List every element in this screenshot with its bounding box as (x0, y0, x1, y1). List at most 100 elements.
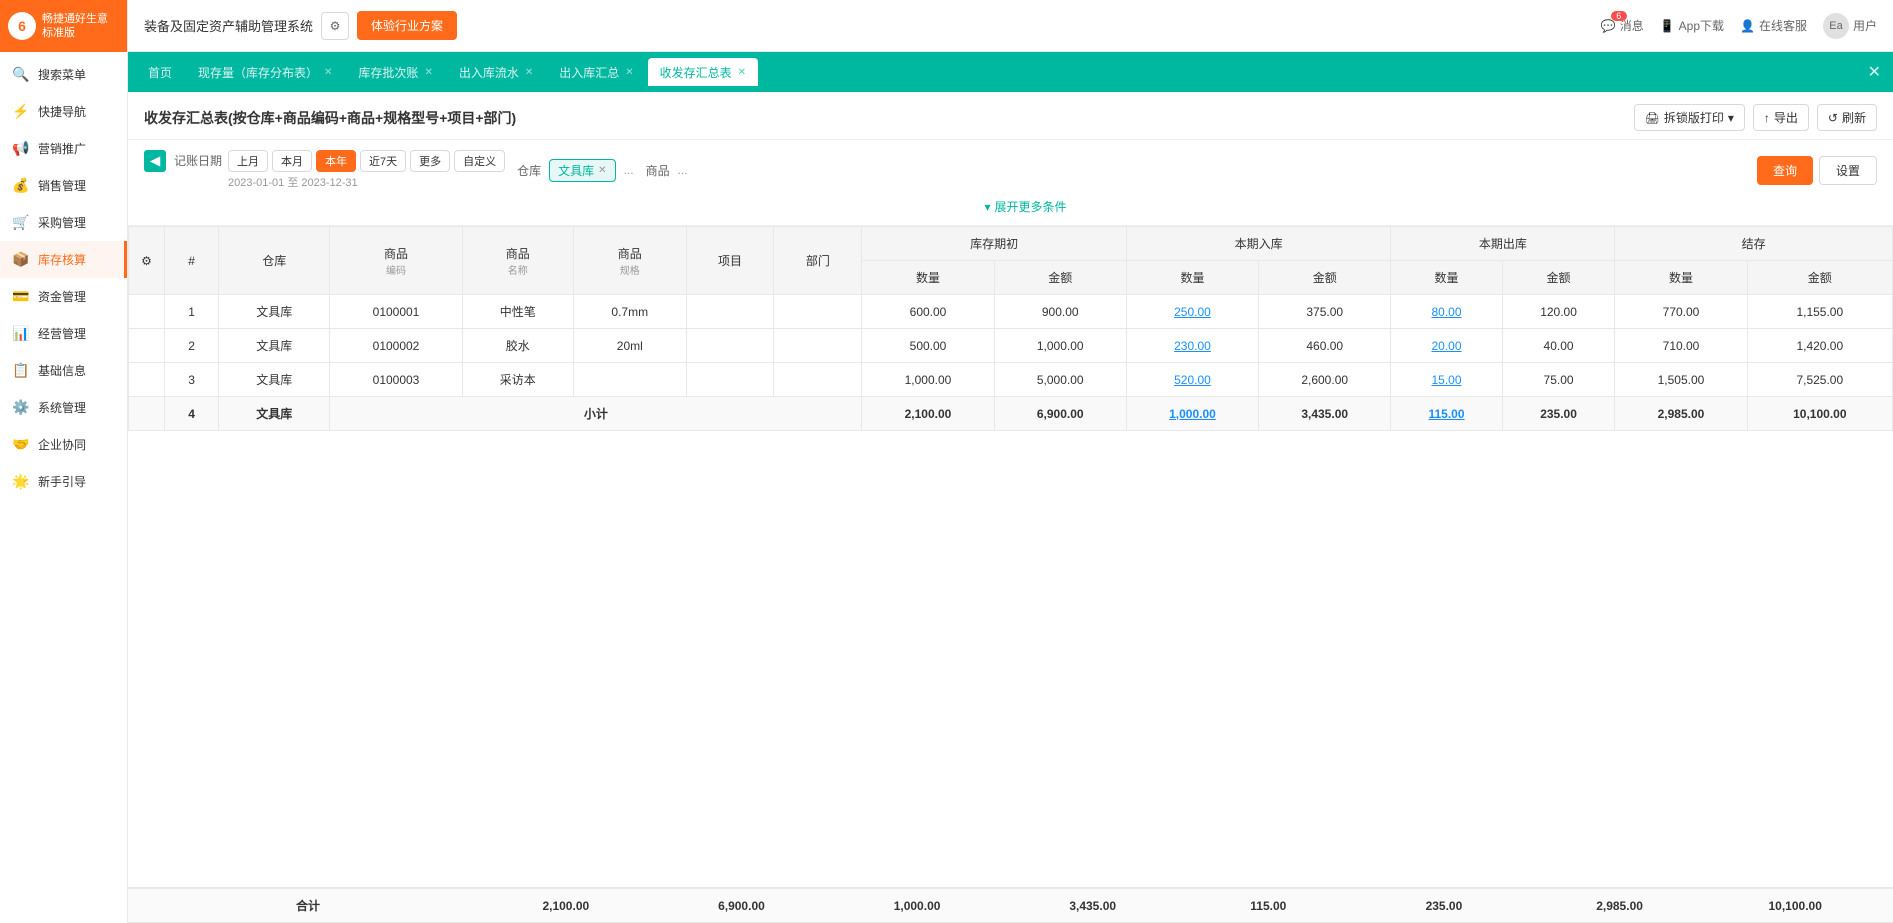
date-btn-this-month[interactable]: 本月 (272, 150, 312, 172)
sidebar-item-sales[interactable]: 💰 销售管理 (0, 167, 127, 204)
print-button[interactable]: 🖨 拆锁版打印 ▾ (1634, 104, 1745, 131)
sub-label: 小计 (330, 397, 862, 431)
finance-icon: 💳 (12, 288, 30, 305)
row-code: 0100001 (330, 295, 462, 329)
sidebar-item-marketing[interactable]: 📢 营销推广 (0, 130, 127, 167)
date-btn-this-year[interactable]: 本年 (316, 150, 356, 172)
print-icon: 🖨 (1645, 111, 1660, 125)
tab-home[interactable]: 首页 (136, 58, 184, 86)
sidebar-item-label: 营销推广 (38, 140, 86, 157)
tab-label: 出入库流水 (459, 64, 519, 81)
sidebar-item-search[interactable]: 🔍 搜索菜单 (0, 56, 127, 93)
user-item[interactable]: Ea 用户 (1823, 13, 1877, 39)
user-label: 用户 (1853, 17, 1877, 34)
date-buttons: 上月 本月 本年 近7天 更多 自定义 (228, 150, 505, 172)
footer-in-amt: 3,435.00 (1005, 899, 1181, 913)
sidebar-item-quick-nav[interactable]: ⚡ 快捷导航 (0, 93, 127, 130)
refresh-button[interactable]: ↺ 刷新 (1817, 104, 1877, 131)
row-in-amt: 375.00 (1259, 295, 1391, 329)
warehouse-more[interactable]: ... (624, 163, 634, 177)
row-in-qty[interactable]: 230.00 (1126, 329, 1258, 363)
settings-table-button[interactable]: 设置 (1819, 156, 1877, 185)
system-icon: ⚙️ (12, 399, 30, 416)
online-service-item[interactable]: 👤 在线客服 (1740, 17, 1807, 34)
search-button[interactable]: 查询 (1757, 156, 1813, 185)
settings-button[interactable]: ⚙ (321, 12, 349, 40)
row-out-amt: 40.00 (1502, 329, 1615, 363)
col-out: 本期出库 (1391, 227, 1615, 261)
row-name: 中性笔 (462, 295, 573, 329)
goods-more[interactable]: ... (678, 163, 688, 177)
operation-icon: 📊 (12, 325, 30, 342)
sidebar-item-finance[interactable]: 💳 资金管理 (0, 278, 127, 315)
date-label: 记账日期 (174, 150, 222, 169)
footer-out-qty: 115.00 (1181, 899, 1357, 913)
row-dept (774, 363, 862, 397)
tab-batch[interactable]: 库存批次账 ✕ (346, 58, 444, 86)
sidebar-item-label: 库存核算 (38, 251, 86, 268)
trial-button[interactable]: 体验行业方案 (357, 11, 457, 40)
col-in-amt: 金额 (1259, 261, 1391, 295)
export-button[interactable]: ↑ 导出 (1753, 104, 1809, 131)
expand-conditions[interactable]: ▾ 展开更多条件 (174, 190, 1877, 215)
sidebar-item-inventory[interactable]: 📦 库存核算 (0, 241, 127, 278)
row-spec: 0.7mm (573, 295, 686, 329)
tab-summary[interactable]: 出入库汇总 ✕ (547, 58, 645, 86)
col-settings[interactable]: ⚙ (129, 227, 165, 295)
row-in-amt: 2,600.00 (1259, 363, 1391, 397)
close-icon[interactable]: ✕ (738, 67, 746, 78)
header-left: 装备及固定资产辅助管理系统 ⚙ 体验行业方案 (144, 11, 457, 40)
date-btn-more[interactable]: 更多 (410, 150, 450, 172)
col-in: 本期入库 (1126, 227, 1390, 261)
row-close-qty: 710.00 (1615, 329, 1747, 363)
row-out-qty[interactable]: 80.00 (1391, 295, 1502, 329)
sidebar-item-enterprise[interactable]: 🤝 企业协同 (0, 426, 127, 463)
sidebar-item-system[interactable]: ⚙️ 系统管理 (0, 389, 127, 426)
notification-item[interactable]: 💬 消息 6 (1601, 17, 1644, 34)
page-header: 收发存汇总表(按仓库+商品编码+商品+规格型号+项目+部门) 🖨 拆锁版打印 ▾… (128, 92, 1893, 140)
export-label: 导出 (1774, 109, 1798, 126)
col-name: 商品名称 (462, 227, 573, 295)
close-icon[interactable]: ✕ (424, 67, 432, 78)
tab-label: 出入库汇总 (559, 64, 619, 81)
goods-label: 商品 (646, 162, 670, 179)
col-open-amt: 金额 (994, 261, 1126, 295)
sub-settings (129, 397, 165, 431)
print-label: 拆锁版打印 (1664, 109, 1724, 126)
tab-inventory-dist[interactable]: 现存量（库存分布表） ✕ (186, 58, 344, 86)
app-download-item[interactable]: 📱 App下载 (1660, 17, 1724, 34)
footer-close-amt: 10,100.00 (1707, 899, 1883, 913)
row-warehouse: 文具库 (219, 329, 330, 363)
warehouse-filter: 仓库 文具库 ✕ ... (517, 159, 633, 182)
collapse-button[interactable]: ◀ (144, 150, 166, 172)
date-btn-7days[interactable]: 近7天 (360, 150, 406, 172)
data-table: ⚙ # 仓库 商品编码 商品名称 商品规格 项目 部门 库存期初 本期入库 本期… (128, 226, 1893, 431)
close-icon[interactable]: ✕ (625, 67, 633, 78)
page-title: 收发存汇总表(按仓库+商品编码+商品+规格型号+项目+部门) (144, 108, 516, 128)
sidebar-item-operation[interactable]: 📊 经营管理 (0, 315, 127, 352)
tab-collect-summary[interactable]: 收发存汇总表 ✕ (648, 58, 758, 86)
row-open-qty: 600.00 (862, 295, 994, 329)
sidebar-item-guide[interactable]: 🌟 新手引导 (0, 463, 127, 500)
sidebar-item-purchase[interactable]: 🛒 采购管理 (0, 204, 127, 241)
col-spec: 商品规格 (573, 227, 686, 295)
sub-out-qty[interactable]: 115.00 (1391, 397, 1502, 431)
sub-in-qty[interactable]: 1,000.00 (1126, 397, 1258, 431)
sidebar-item-label: 资金管理 (38, 288, 86, 305)
sidebar-item-basic[interactable]: 📋 基础信息 (0, 352, 127, 389)
close-icon[interactable]: ✕ (525, 67, 533, 78)
online-service-label: 在线客服 (1759, 17, 1807, 34)
date-btn-last-month[interactable]: 上月 (228, 150, 268, 172)
tab-flow[interactable]: 出入库流水 ✕ (447, 58, 545, 86)
col-opening: 库存期初 (862, 227, 1126, 261)
row-project (686, 295, 774, 329)
row-out-qty[interactable]: 20.00 (1391, 329, 1502, 363)
row-in-qty[interactable]: 250.00 (1126, 295, 1258, 329)
row-out-qty[interactable]: 15.00 (1391, 363, 1502, 397)
close-all-button[interactable]: ✕ (1864, 62, 1885, 82)
date-btn-custom[interactable]: 自定义 (454, 150, 505, 172)
footer-in-qty: 1,000.00 (829, 899, 1005, 913)
close-icon[interactable]: ✕ (324, 67, 332, 78)
warehouse-remove-icon[interactable]: ✕ (598, 165, 606, 176)
row-in-qty[interactable]: 520.00 (1126, 363, 1258, 397)
